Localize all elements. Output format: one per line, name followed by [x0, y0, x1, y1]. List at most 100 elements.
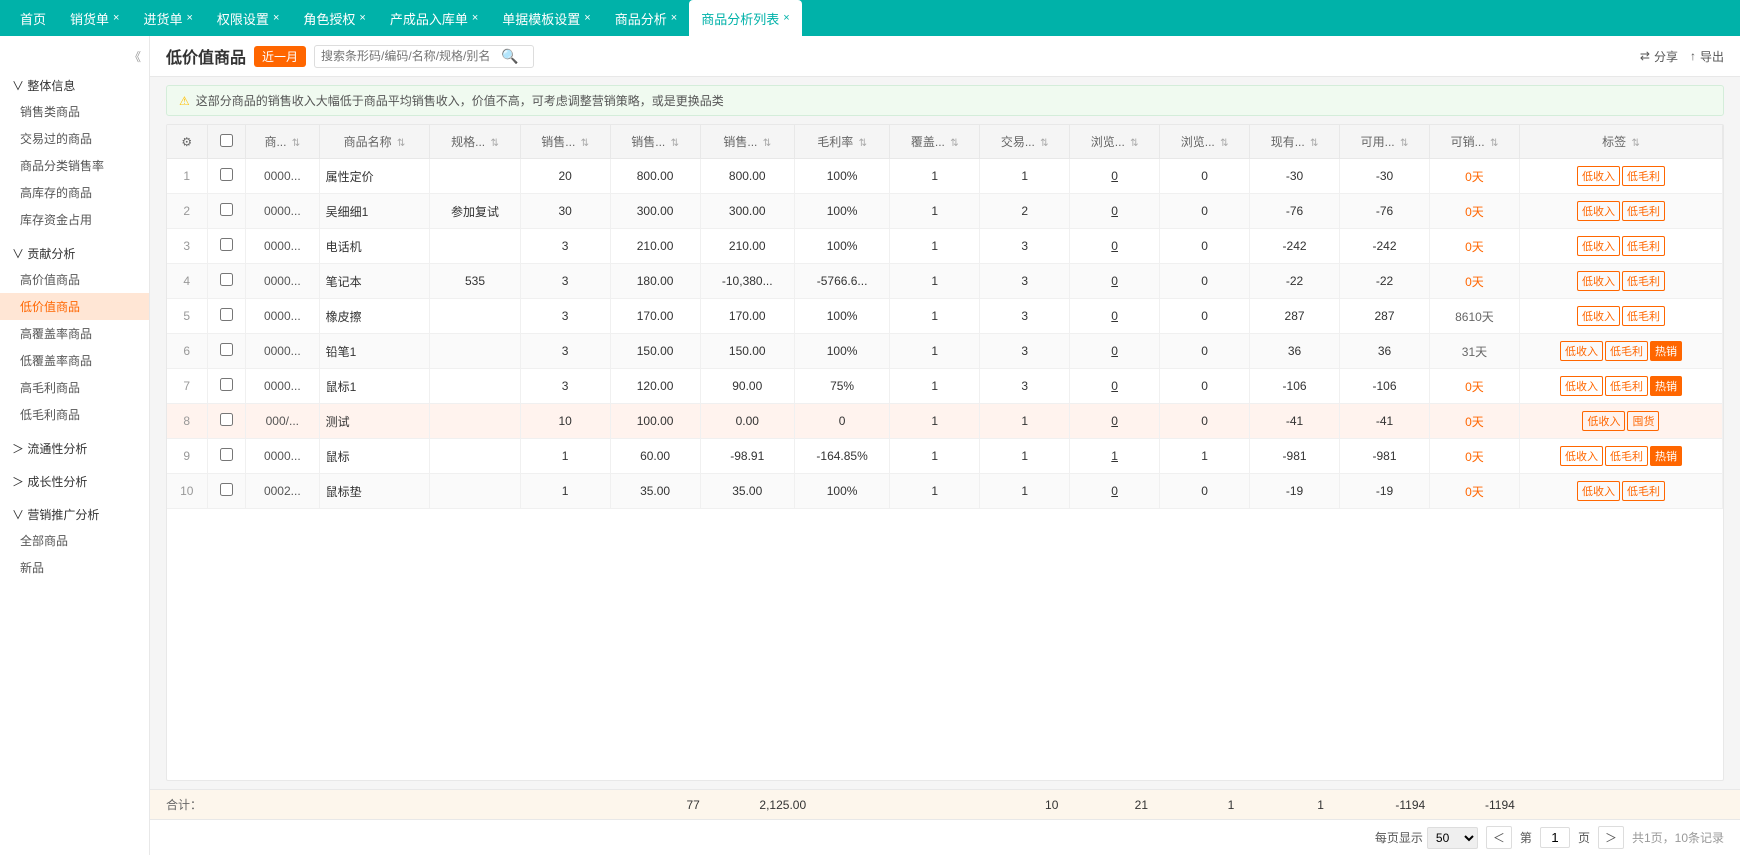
- sidebar-item-high-coverage[interactable]: 高覆盖率商品: [0, 320, 149, 347]
- sidebar-item-sales-products[interactable]: 销售类商品: [0, 98, 149, 125]
- sidebar-item-high-profit[interactable]: 高毛利商品: [0, 374, 149, 401]
- th-s3[interactable]: 销售... ⇅: [700, 125, 794, 159]
- sidebar-group-contribution-title[interactable]: ∨ 贡献分析: [0, 241, 149, 266]
- nav-product-analysis-list-close[interactable]: ×: [783, 12, 789, 24]
- export-button[interactable]: ↑ 导出: [1690, 48, 1724, 65]
- tag-badge: 低收入: [1582, 411, 1625, 431]
- nav-sales[interactable]: 销货单 ×: [58, 0, 131, 36]
- sidebar-item-low-profit[interactable]: 低毛利商品: [0, 401, 149, 428]
- time-filter-button[interactable]: 近一月: [254, 46, 306, 67]
- row-checkbox[interactable]: [220, 273, 233, 286]
- row-checkbox-cell[interactable]: [207, 299, 246, 334]
- settings-icon[interactable]: ⚙: [181, 135, 192, 149]
- th-browse2[interactable]: 浏览... ⇅: [1160, 125, 1250, 159]
- row-checkbox-cell[interactable]: [207, 369, 246, 404]
- row-checkbox[interactable]: [220, 203, 233, 216]
- days-value: 0天: [1465, 380, 1484, 394]
- row-s3: 150.00: [700, 334, 794, 369]
- search-icon[interactable]: 🔍: [501, 48, 518, 65]
- nav-role-close[interactable]: ×: [359, 12, 365, 24]
- th-checkbox[interactable]: [207, 125, 246, 159]
- sidebar-item-category-sales-rate[interactable]: 商品分类销售率: [0, 152, 149, 179]
- row-checkbox-cell[interactable]: [207, 404, 246, 439]
- row-browse1[interactable]: 0: [1070, 334, 1160, 369]
- row-checkbox[interactable]: [220, 308, 233, 321]
- row-browse1[interactable]: 0: [1070, 404, 1160, 439]
- th-stock2[interactable]: 可用... ⇅: [1340, 125, 1430, 159]
- nav-permission-close[interactable]: ×: [273, 12, 279, 24]
- row-browse1[interactable]: 0: [1070, 299, 1160, 334]
- days-value: 0天: [1465, 240, 1484, 254]
- sidebar-group-marketing-title[interactable]: ∨ 营销推广分析: [0, 502, 149, 527]
- th-s2[interactable]: 销售... ⇅: [610, 125, 700, 159]
- th-spec[interactable]: 规格... ⇅: [430, 125, 520, 159]
- nav-permission[interactable]: 权限设置 ×: [205, 0, 291, 36]
- nav-product-analysis-close[interactable]: ×: [671, 12, 677, 24]
- row-browse1[interactable]: 0: [1070, 194, 1160, 229]
- row-checkbox-cell[interactable]: [207, 264, 246, 299]
- sidebar-group-growth-title[interactable]: ＞ 成长性分析: [0, 469, 149, 494]
- row-checkbox[interactable]: [220, 448, 233, 461]
- page-number-input[interactable]: [1540, 827, 1570, 848]
- row-checkbox-cell[interactable]: [207, 474, 246, 509]
- nav-role[interactable]: 角色授权 ×: [291, 0, 377, 36]
- sidebar-item-stock-capital[interactable]: 库存资金占用: [0, 206, 149, 233]
- prev-page-button[interactable]: ＜: [1486, 826, 1512, 849]
- nav-template[interactable]: 单据模板设置 ×: [490, 0, 602, 36]
- th-tags[interactable]: 标签 ⇅: [1519, 125, 1722, 159]
- share-button[interactable]: ⇄ 分享: [1640, 48, 1678, 65]
- sidebar-item-all-products[interactable]: 全部商品: [0, 527, 149, 554]
- row-browse1[interactable]: 0: [1070, 159, 1160, 194]
- th-trade[interactable]: 交易... ⇅: [980, 125, 1070, 159]
- search-input[interactable]: [321, 49, 501, 63]
- sidebar-item-new-products[interactable]: 新品: [0, 554, 149, 581]
- row-checkbox[interactable]: [220, 378, 233, 391]
- th-code[interactable]: 商... ⇅: [246, 125, 320, 159]
- th-stock3[interactable]: 可销... ⇅: [1429, 125, 1519, 159]
- row-checkbox-cell[interactable]: [207, 229, 246, 264]
- sidebar-item-low-value[interactable]: 低价值商品: [0, 293, 149, 320]
- sidebar-item-high-value[interactable]: 高价值商品: [0, 266, 149, 293]
- row-checkbox[interactable]: [220, 238, 233, 251]
- th-name[interactable]: 商品名称 ⇅: [319, 125, 430, 159]
- row-checkbox[interactable]: [220, 483, 233, 496]
- row-checkbox[interactable]: [220, 168, 233, 181]
- nav-product-analysis-list[interactable]: 商品分析列表 ×: [689, 0, 801, 36]
- sidebar-item-traded-products[interactable]: 交易过的商品: [0, 125, 149, 152]
- nav-purchase[interactable]: 进货单 ×: [131, 0, 204, 36]
- row-checkbox[interactable]: [220, 343, 233, 356]
- row-checkbox-cell[interactable]: [207, 194, 246, 229]
- th-browse1[interactable]: 浏览... ⇅: [1070, 125, 1160, 159]
- th-cover[interactable]: 覆盖... ⇅: [890, 125, 980, 159]
- row-browse1[interactable]: 0: [1070, 474, 1160, 509]
- sidebar-item-low-coverage[interactable]: 低覆盖率商品: [0, 347, 149, 374]
- sidebar-item-high-stock[interactable]: 高库存的商品: [0, 179, 149, 206]
- row-code: 0000...: [246, 229, 320, 264]
- row-checkbox-cell[interactable]: [207, 159, 246, 194]
- th-stock1[interactable]: 现有... ⇅: [1250, 125, 1340, 159]
- th-settings[interactable]: ⚙: [167, 125, 207, 159]
- nav-purchase-close[interactable]: ×: [186, 12, 192, 24]
- nav-home[interactable]: 首页: [8, 0, 58, 36]
- select-all-checkbox[interactable]: [220, 134, 233, 147]
- per-page-selector: 每页显示 50 20 100: [1375, 827, 1478, 849]
- th-profit[interactable]: 毛利率 ⇅: [794, 125, 889, 159]
- row-browse1[interactable]: 0: [1070, 264, 1160, 299]
- th-s1[interactable]: 销售... ⇅: [520, 125, 610, 159]
- nav-production-close[interactable]: ×: [472, 12, 478, 24]
- nav-template-close[interactable]: ×: [584, 12, 590, 24]
- sidebar-collapse-button[interactable]: 《: [0, 44, 149, 69]
- sidebar-group-circulation-title[interactable]: ＞ 流通性分析: [0, 436, 149, 461]
- row-checkbox-cell[interactable]: [207, 334, 246, 369]
- next-page-button[interactable]: ＞: [1598, 826, 1624, 849]
- nav-product-analysis[interactable]: 商品分析 ×: [603, 0, 689, 36]
- row-browse1[interactable]: 1: [1070, 439, 1160, 474]
- sidebar-group-overview-title[interactable]: ∨ 整体信息: [0, 73, 149, 98]
- row-checkbox[interactable]: [220, 413, 233, 426]
- row-browse1[interactable]: 0: [1070, 369, 1160, 404]
- nav-production[interactable]: 产成品入库单 ×: [378, 0, 490, 36]
- nav-sales-close[interactable]: ×: [113, 12, 119, 24]
- row-checkbox-cell[interactable]: [207, 439, 246, 474]
- per-page-select[interactable]: 50 20 100: [1427, 827, 1478, 849]
- row-browse1[interactable]: 0: [1070, 229, 1160, 264]
